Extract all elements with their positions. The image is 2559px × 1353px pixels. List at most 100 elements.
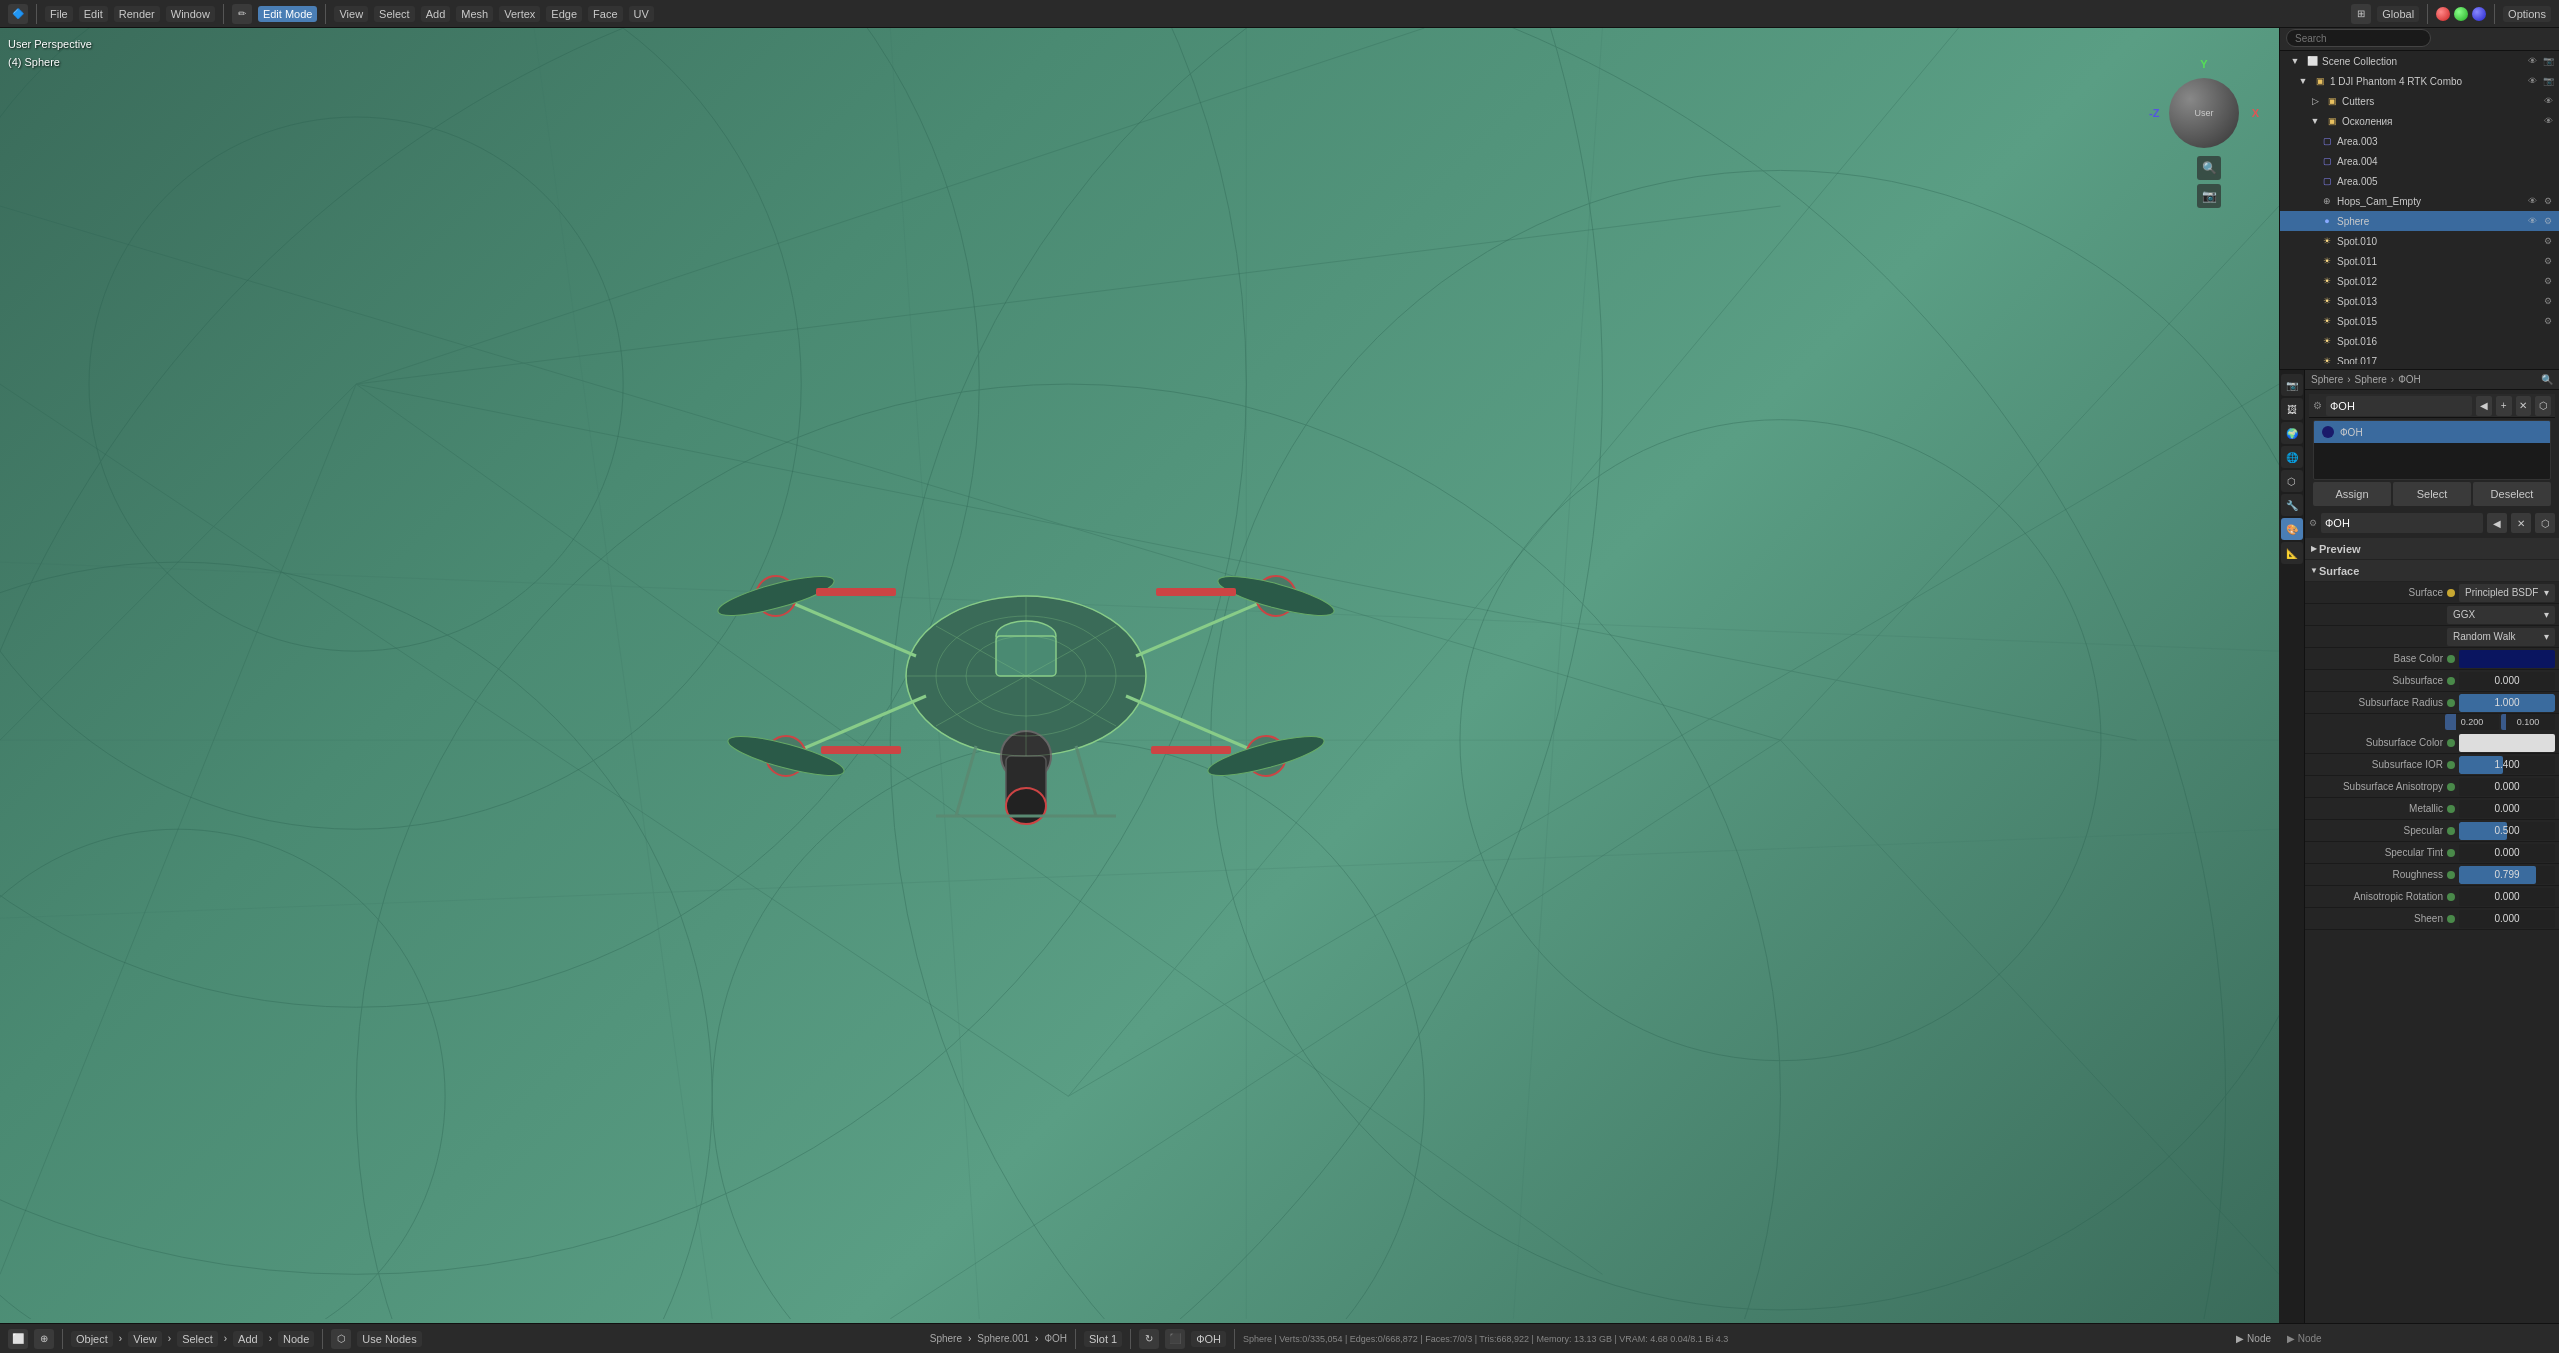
deselect-button[interactable]: Deselect (2473, 482, 2551, 506)
vis-extra[interactable]: ⚙ (2541, 214, 2555, 228)
face-menu[interactable]: Face (588, 6, 622, 22)
material-unlink-btn[interactable]: ✕ (2516, 396, 2532, 416)
3d-viewport[interactable]: User Perspective (4) Sphere User X Y -Z … (0, 28, 2279, 1323)
outliner-spot013[interactable]: ☀ Spot.013 ⚙ (2280, 291, 2559, 311)
specular-tint-slider[interactable]: 0.000 (2459, 844, 2555, 862)
breadcrumb-fon[interactable]: ФОН (2398, 374, 2421, 385)
refresh-icon[interactable]: ↻ (1139, 1329, 1159, 1349)
outliner-dji-collection[interactable]: ▼ ▣ 1 DJI Phantom 4 RTK Combo 👁 📷 (2280, 71, 2559, 91)
vis-extra[interactable]: ⚙ (2541, 234, 2555, 248)
add-menu[interactable]: Add (421, 6, 451, 22)
vis-extra[interactable]: ⚙ (2541, 254, 2555, 268)
sheen-slider[interactable]: 0.000 (2459, 910, 2555, 928)
outliner-spot011[interactable]: ☀ Spot.011 ⚙ (2280, 251, 2559, 271)
slot-label[interactable]: Slot 1 (1084, 1331, 1122, 1347)
vis-render[interactable]: 👁 (2525, 194, 2539, 208)
view-menu[interactable]: View (334, 6, 368, 22)
vis-render[interactable]: 👁 (2525, 74, 2539, 88)
vis-render[interactable]: 👁 (2541, 94, 2555, 108)
transform-icon[interactable]: ⊞ (2351, 4, 2371, 24)
outliner-sphere[interactable]: ● Sphere 👁 ⚙ (2280, 211, 2559, 231)
select-menu[interactable]: Select (374, 6, 415, 22)
render-tab[interactable]: 📷 (2281, 374, 2303, 396)
preview-section-header[interactable]: ▶ Preview (2305, 538, 2559, 560)
blender-logo[interactable]: 🔷 (8, 4, 28, 24)
vis-viewport[interactable]: 📷 (2541, 74, 2555, 88)
vis-extra[interactable]: ⚙ (2541, 194, 2555, 208)
scene-tab[interactable]: 🌍 (2281, 422, 2303, 444)
select-button[interactable]: Select (2393, 482, 2471, 506)
outliner-spot012[interactable]: ☀ Spot.012 ⚙ (2280, 271, 2559, 291)
outliner-scene-collection[interactable]: ▼ ⬜ Scene Collection 👁 📷 (2280, 51, 2559, 71)
nav-y-axis[interactable]: Y (2200, 58, 2207, 70)
select-label-status[interactable]: Select (177, 1331, 218, 1347)
mat-slot-fon[interactable]: ФОН (2314, 421, 2550, 443)
mode-icon[interactable]: ✏ (232, 4, 252, 24)
subsurface-r-blue[interactable]: 0.100 (2501, 714, 2555, 730)
mat-ref-input[interactable] (2321, 513, 2483, 533)
mat-ref-browse[interactable]: ◀ (2487, 513, 2507, 533)
mat-ref-unlink[interactable]: ✕ (2511, 513, 2531, 533)
global-label[interactable]: Global (2377, 6, 2419, 22)
camera-icon[interactable]: 📷 (2197, 184, 2221, 208)
base-color-swatch[interactable] (2459, 650, 2555, 668)
edit-menu[interactable]: Edit (79, 6, 108, 22)
view-label[interactable]: View (128, 1331, 162, 1347)
uv-menu[interactable]: UV (629, 6, 654, 22)
subsurface-ior-slider[interactable]: 1.400 (2459, 756, 2555, 774)
use-nodes-label[interactable]: Use Nodes (357, 1331, 421, 1347)
outliner-cutters[interactable]: ▷ ▣ Cutters 👁 (2280, 91, 2559, 111)
mesh-menu[interactable]: Mesh (456, 6, 493, 22)
subsurface-method-dropdown[interactable]: Random Walk ▾ (2447, 628, 2555, 646)
edit-mode-label[interactable]: Edit Mode (258, 6, 318, 22)
material-browse-btn[interactable]: ◀ (2476, 396, 2492, 416)
layout-icon[interactable]: ⬛ (1165, 1329, 1185, 1349)
world-tab[interactable]: 🌐 (2281, 446, 2303, 468)
subsurface-radius-slider[interactable]: 1.000 (2459, 694, 2555, 712)
breadcrumb-sphere2[interactable]: Sphere (2355, 374, 2387, 385)
material-tab[interactable]: 🎨 (2281, 518, 2303, 540)
data-tab[interactable]: 📐 (2281, 542, 2303, 564)
vis-render[interactable]: 👁 (2525, 214, 2539, 228)
vis-viewport[interactable]: 📷 (2541, 54, 2555, 68)
vertex-menu[interactable]: Vertex (499, 6, 540, 22)
object-tab[interactable]: ⬡ (2281, 470, 2303, 492)
object-label[interactable]: Object (71, 1331, 113, 1347)
outliner-spot017[interactable]: ☀ Spot.017 (2280, 351, 2559, 364)
window-menu[interactable]: Window (166, 6, 215, 22)
use-nodes-icon[interactable]: ⬡ (331, 1329, 351, 1349)
render-menu[interactable]: Render (114, 6, 160, 22)
subsurface-color-swatch[interactable] (2459, 734, 2555, 752)
material-new-btn[interactable]: + (2496, 396, 2512, 416)
vis-extra[interactable]: ⚙ (2541, 294, 2555, 308)
outliner-hops[interactable]: ⊕ Hops_Cam_Empty 👁 ⚙ (2280, 191, 2559, 211)
mat-ref-fake[interactable]: ⬡ (2535, 513, 2555, 533)
outliner-oscolenia[interactable]: ▼ ▣ Осколения 👁 (2280, 111, 2559, 131)
specular-slider[interactable]: 0.500 (2459, 822, 2555, 840)
metallic-slider[interactable]: 0.000 (2459, 800, 2555, 818)
modifier-tab[interactable]: 🔧 (2281, 494, 2303, 516)
fon-label-bottom[interactable]: ФОН (1191, 1331, 1226, 1347)
file-menu[interactable]: File (45, 6, 73, 22)
material-fake-btn[interactable]: ⬡ (2535, 396, 2551, 416)
roughness-slider[interactable]: 0.799 (2459, 866, 2555, 884)
outliner-area003[interactable]: ▢ Area.003 (2280, 131, 2559, 151)
material-name-input[interactable] (2326, 396, 2472, 416)
subsurface-r-green[interactable]: 0.200 (2445, 714, 2499, 730)
vis-render[interactable]: 👁 (2541, 114, 2555, 128)
outliner-area004[interactable]: ▢ Area.004 (2280, 151, 2559, 171)
anisotropic-rotation-slider[interactable]: 0.000 (2459, 888, 2555, 906)
add-label[interactable]: Add (233, 1331, 263, 1347)
outliner-area005[interactable]: ▢ Area.005 (2280, 171, 2559, 191)
subsurface-slider[interactable]: 0.000 (2459, 672, 2555, 690)
zoom-in-icon[interactable]: 🔍 (2197, 156, 2221, 180)
assign-button[interactable]: Assign (2313, 482, 2391, 506)
vis-extra[interactable]: ⚙ (2541, 314, 2555, 328)
node-indicator[interactable]: ▶ Node (2236, 1333, 2271, 1344)
breadcrumb-sphere1[interactable]: Sphere (2311, 374, 2343, 385)
outliner-spot015[interactable]: ☀ Spot.015 ⚙ (2280, 311, 2559, 331)
subsurface-anisotropy-slider[interactable]: 0.000 (2459, 778, 2555, 796)
outliner-spot016[interactable]: ☀ Spot.016 (2280, 331, 2559, 351)
vis-render[interactable]: 👁 (2525, 54, 2539, 68)
vis-extra[interactable]: ⚙ (2541, 274, 2555, 288)
